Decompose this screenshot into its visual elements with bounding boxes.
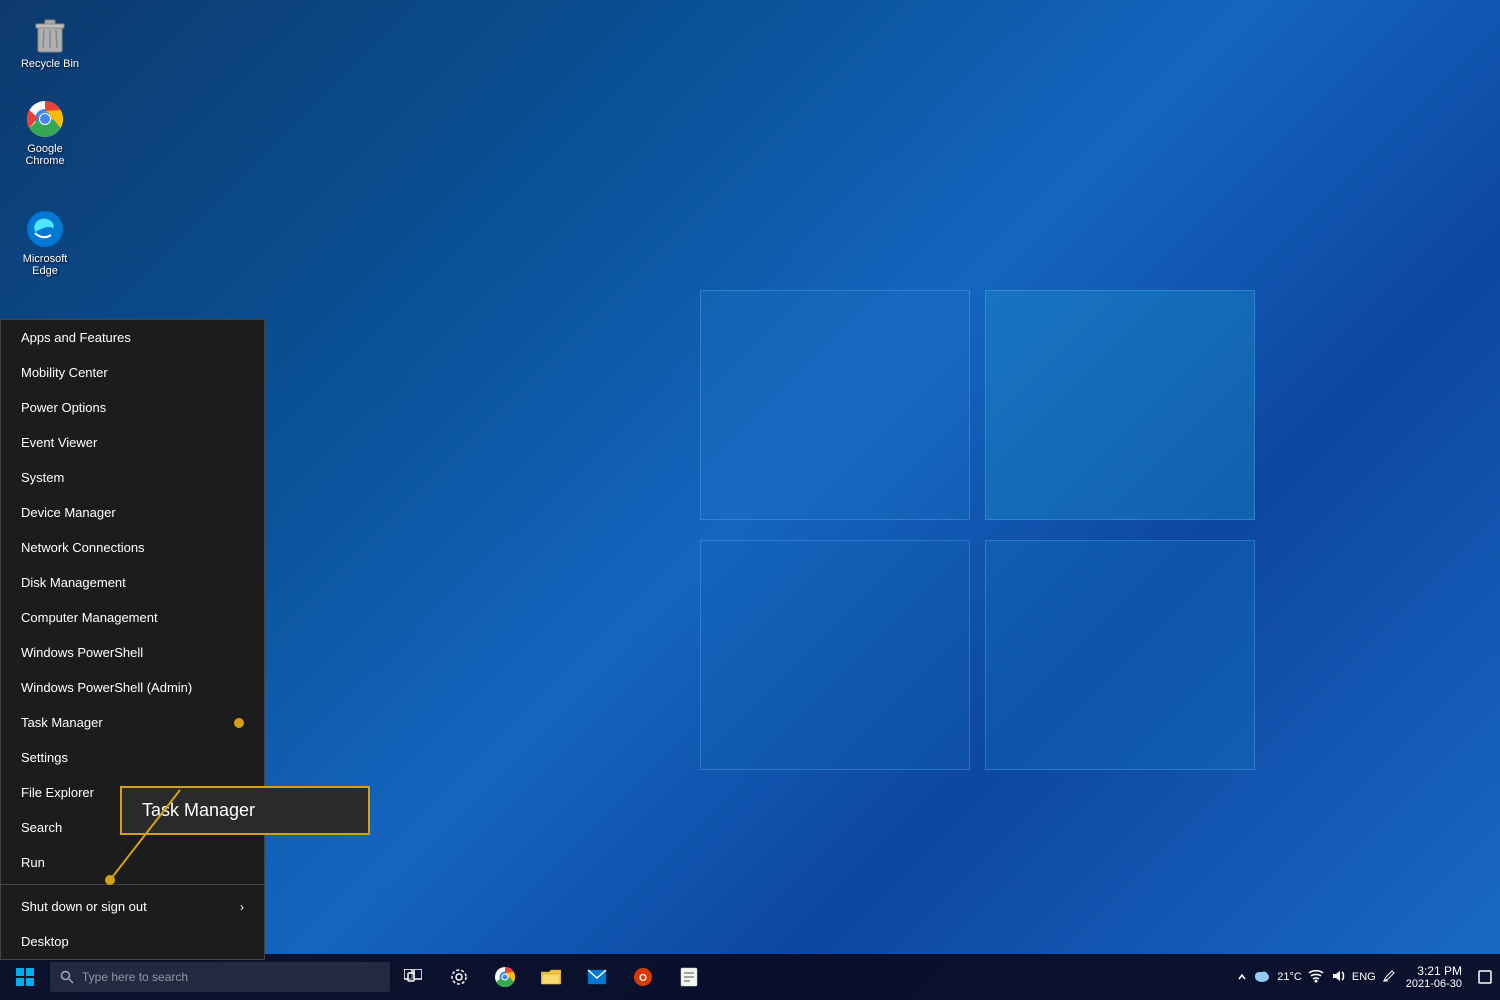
notes-icon: [680, 967, 698, 987]
mail-icon: [587, 969, 607, 985]
taskbar: Type here to search: [0, 954, 1500, 1000]
system-tray: 21°C ENG: [1227, 968, 1405, 987]
network-icon[interactable]: [1308, 968, 1324, 987]
menu-item-computer-management[interactable]: Computer Management: [1, 600, 264, 635]
settings-icon: [450, 968, 468, 986]
clock[interactable]: 3:21 PM 2021-06-30: [1406, 964, 1470, 990]
taskbar-chrome-icon: [494, 966, 516, 988]
svg-text:O: O: [639, 973, 647, 984]
notification-button[interactable]: [1470, 954, 1500, 1000]
chrome-label: Google Chrome: [9, 143, 81, 167]
taskbar-settings-button[interactable]: [436, 954, 482, 1000]
google-chrome-icon[interactable]: Google Chrome: [5, 95, 85, 171]
menu-item-system[interactable]: System: [1, 460, 264, 495]
shut-down-arrow: ›: [240, 900, 244, 914]
win-pane-tl: [700, 290, 970, 520]
menu-item-desktop[interactable]: Desktop: [1, 924, 264, 959]
weather-icon[interactable]: [1253, 969, 1271, 986]
language-indicator[interactable]: ENG: [1352, 971, 1376, 983]
file-explorer-icon: [541, 968, 561, 986]
menu-item-disk-management[interactable]: Disk Management: [1, 565, 264, 600]
desktop: Recycle Bin Google Chrome Microsoft Edge…: [0, 0, 1500, 1000]
pen-icon[interactable]: [1382, 969, 1396, 986]
cloud-svg: [1253, 969, 1271, 983]
start-icon: [16, 968, 34, 986]
menu-item-device-manager[interactable]: Device Manager: [1, 495, 264, 530]
start-button[interactable]: [0, 954, 50, 1000]
recycle-bin-svg: [30, 14, 70, 54]
windows-logo-decoration: [700, 200, 1300, 800]
menu-item-shut-down[interactable]: Shut down or sign out ›: [1, 889, 264, 924]
win-pane-br: [985, 540, 1255, 770]
taskbar-notes-button[interactable]: [666, 954, 712, 1000]
office-icon: O: [633, 967, 653, 987]
menu-item-power-options[interactable]: Power Options: [1, 390, 264, 425]
taskbar-search[interactable]: Type here to search: [50, 962, 390, 992]
task-manager-tooltip-text: Task Manager: [142, 800, 255, 820]
taskbar-chrome-button[interactable]: [482, 954, 528, 1000]
recycle-bin-label: Recycle Bin: [21, 58, 79, 70]
context-menu: Apps and Features Mobility Center Power …: [0, 319, 265, 960]
taskbar-file-explorer-button[interactable]: [528, 954, 574, 1000]
menu-item-settings[interactable]: Settings: [1, 740, 264, 775]
menu-item-windows-powershell[interactable]: Windows PowerShell: [1, 635, 264, 670]
menu-item-task-manager[interactable]: Task Manager: [1, 705, 264, 740]
menu-item-mobility-center[interactable]: Mobility Center: [1, 355, 264, 390]
notification-icon: [1478, 970, 1492, 984]
menu-item-windows-powershell-admin[interactable]: Windows PowerShell (Admin): [1, 670, 264, 705]
win-pane-tr: [985, 290, 1255, 520]
tray-expand-button[interactable]: [1237, 969, 1247, 985]
recycle-bin-icon[interactable]: Recycle Bin: [10, 10, 90, 74]
edge-label: Microsoft Edge: [9, 253, 81, 277]
task-manager-tooltip: Task Manager: [120, 786, 370, 835]
clock-time: 3:21 PM: [1417, 964, 1462, 978]
menu-item-event-viewer[interactable]: Event Viewer: [1, 425, 264, 460]
search-placeholder: Type here to search: [82, 970, 188, 984]
taskbar-mail-button[interactable]: [574, 954, 620, 1000]
task-manager-dot: [234, 718, 244, 728]
menu-item-network-connections[interactable]: Network Connections: [1, 530, 264, 565]
menu-item-run[interactable]: Run: [1, 845, 264, 880]
volume-icon[interactable]: [1330, 968, 1346, 987]
microsoft-edge-icon[interactable]: Microsoft Edge: [5, 205, 85, 281]
taskbar-office-button[interactable]: O: [620, 954, 666, 1000]
win-pane-bl: [700, 540, 970, 770]
search-icon: [60, 970, 74, 984]
task-view-icon: [404, 969, 422, 985]
task-view-button[interactable]: [390, 954, 436, 1000]
edge-svg: [25, 209, 65, 249]
chrome-svg: [25, 99, 65, 139]
weather-temp: 21°C: [1277, 971, 1302, 983]
menu-item-apps-features[interactable]: Apps and Features: [1, 320, 264, 355]
menu-separator: [1, 884, 264, 885]
clock-date: 2021-06-30: [1406, 978, 1462, 990]
